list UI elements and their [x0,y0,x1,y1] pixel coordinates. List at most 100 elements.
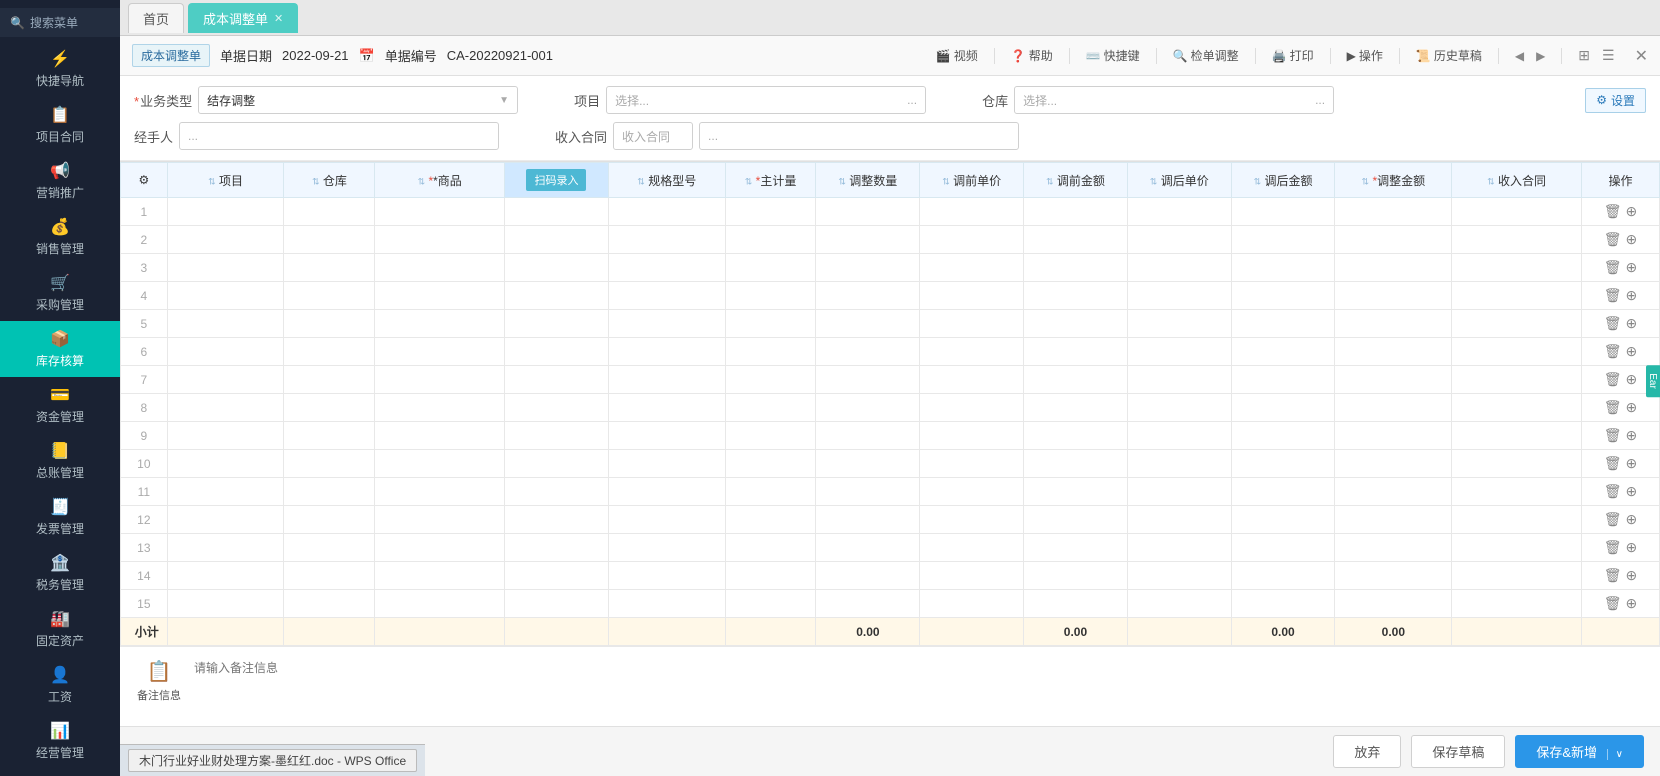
sidebar-search[interactable]: 🔍 搜索菜单 [0,8,120,37]
shortcut-action[interactable]: ⌨️ 快捷键 [1086,47,1140,64]
copy-row-icon[interactable]: ⊕ [1626,567,1638,584]
copy-row-icon[interactable]: ⊕ [1626,203,1638,220]
copy-row-icon[interactable]: ⊕ [1626,427,1638,444]
sidebar-item-procurement[interactable]: 🛒 采购管理 [0,265,120,321]
sidebar-item-invoice[interactable]: 🧾 发票管理 [0,489,120,545]
delete-row-icon[interactable]: 🗑 [1604,231,1622,248]
grid-view-icon[interactable]: ⊞ [1578,47,1590,64]
copy-row-icon[interactable]: ⊕ [1626,455,1638,472]
delete-row-icon[interactable]: 🗑 [1604,539,1622,556]
project-input[interactable]: 选择... ... [606,86,926,114]
row-4-action: 🗑 ⊕ [1581,282,1659,310]
save-new-button[interactable]: 保存&新增 ∨ [1515,735,1644,768]
sidebar-item-fixed-assets[interactable]: 🏭 固定资产 [0,601,120,657]
copy-row-icon[interactable]: ⊕ [1626,595,1638,612]
delete-row-icon[interactable]: 🗑 [1604,427,1622,444]
sidebar-item-basic-info[interactable]: 🗂️ 基础信息 [0,769,120,776]
sidebar-item-quick-nav[interactable]: ⚡ 快捷导航 [0,41,120,97]
row-3-pre-price [920,254,1024,282]
prev-arrow[interactable]: ◀ [1515,49,1524,63]
copy-row-icon[interactable]: ⊕ [1626,539,1638,556]
sidebar-item-inventory[interactable]: 📦 库存核算 [0,321,120,377]
help-action[interactable]: ❓ 帮助 [1011,47,1053,64]
close-window-btn[interactable]: ✕ [1635,46,1648,66]
delete-row-icon[interactable]: 🗑 [1604,287,1622,304]
row-2-product [375,226,505,254]
sidebar-item-finance[interactable]: 💳 资金管理 [0,377,120,433]
save-draft-button[interactable]: 保存草稿 [1411,735,1505,768]
copy-row-icon[interactable]: ⊕ [1626,287,1638,304]
row-9-income-contract [1452,422,1582,450]
sidebar-item-tax[interactable]: 🏦 税务管理 [0,545,120,601]
scan-button[interactable]: 扫码录入 [526,169,586,191]
review-action[interactable]: 🔍 检单调整 [1173,47,1239,64]
col-pre-price-header[interactable]: ⇅ 调前单价 [920,163,1024,198]
delete-row-icon[interactable]: 🗑 [1604,203,1622,220]
col-post-price-header[interactable]: ⇅ 调后单价 [1127,163,1231,198]
business-type-input[interactable]: 结存调整 ▼ [198,86,518,114]
delete-row-icon[interactable]: 🗑 [1604,399,1622,416]
settings-button[interactable]: ⚙ 设置 [1585,88,1646,113]
delete-row-icon[interactable]: 🗑 [1604,259,1622,276]
tab-close-btn[interactable]: ✕ [274,12,283,25]
remarks-input[interactable] [194,655,1646,715]
col-income-contract-header[interactable]: ⇅ 收入合同 [1452,163,1582,198]
delete-row-icon[interactable]: 🗑 [1604,567,1622,584]
dropdown-arrow-icon[interactable]: ∨ [1607,749,1623,760]
copy-row-icon[interactable]: ⊕ [1626,315,1638,332]
sidebar-item-ledger[interactable]: 📒 总账管理 [0,433,120,489]
delete-row-icon[interactable]: 🗑 [1604,595,1622,612]
delete-row-icon[interactable]: 🗑 [1604,315,1622,332]
income-contract-input[interactable]: ... [699,122,1019,150]
print-action[interactable]: 🖨️ 打印 [1272,47,1314,64]
col-spec-header[interactable]: ⇅ 规格型号 [608,163,725,198]
col-unit-header[interactable]: ⇅ *主计量 [725,163,816,198]
copy-row-icon[interactable]: ⊕ [1626,343,1638,360]
col-warehouse-header[interactable]: ⇅ 仓库 [284,163,375,198]
history-action[interactable]: 📜 历史草稿 [1416,47,1482,64]
col-product-header[interactable]: ⇅ **商品 [375,163,505,198]
col-post-amount-header[interactable]: ⇅ 调后金额 [1231,163,1335,198]
delete-row-icon[interactable]: 🗑 [1604,455,1622,472]
row-4-pre-amount [1024,282,1128,310]
tab-cost-adjustment[interactable]: 成本调整单 ✕ [188,3,298,33]
wps-bar-item[interactable]: 木门行业好业财处理方案-墨红红.doc - WPS Office [128,749,417,772]
income-contract-type-input[interactable]: 收入合同 [613,122,693,150]
next-arrow[interactable]: ▶ [1536,49,1545,63]
row-1-product [375,198,505,226]
sidebar-item-sales[interactable]: 💰 销售管理 [0,209,120,265]
delete-row-icon[interactable]: 🗑 [1604,343,1622,360]
copy-row-icon[interactable]: ⊕ [1626,399,1638,416]
copy-row-icon[interactable]: ⊕ [1626,231,1638,248]
agent-input[interactable]: ... [179,122,499,150]
delete-row-icon[interactable]: 🗑 [1604,511,1622,528]
warehouse-input[interactable]: 选择... ... [1014,86,1334,114]
operate-action[interactable]: ▶ 操作 [1347,47,1383,64]
right-float-btn[interactable]: Ear [1646,365,1660,397]
view-action[interactable]: 🎬 视频 [936,47,978,64]
sidebar-item-marketing[interactable]: 📢 营销推广 [0,153,120,209]
col-pre-amount-header[interactable]: ⇅ 调前金额 [1024,163,1128,198]
sidebar-item-operations[interactable]: 📊 经营管理 [0,713,120,769]
row-1-pre-amount [1024,198,1128,226]
delete-row-icon[interactable]: 🗑 [1604,483,1622,500]
col-settings-header[interactable]: ⚙ [121,163,168,198]
subtotal-col3 [284,618,375,646]
sidebar-item-payroll[interactable]: 👤 工资 [0,657,120,713]
col-adjust-amount-header[interactable]: ⇅ *调整金额 [1335,163,1452,198]
table-container[interactable]: ⚙ ⇅ 项目 ⇅ 仓库 ⇅ **商品 [120,161,1660,646]
copy-row-icon[interactable]: ⊕ [1626,483,1638,500]
col-scan-header[interactable]: 扫码录入 [505,163,609,198]
sidebar-item-label: 固定资产 [36,632,84,649]
list-view-icon[interactable]: ☰ [1602,47,1615,64]
tab-home[interactable]: 首页 [128,3,184,33]
sidebar-item-label: 总账管理 [36,464,84,481]
col-qty-header[interactable]: ⇅ 调整数量 [816,163,920,198]
copy-row-icon[interactable]: ⊕ [1626,259,1638,276]
sidebar-item-project-contract[interactable]: 📋 项目合同 [0,97,120,153]
delete-row-icon[interactable]: 🗑 [1604,371,1622,388]
discard-button[interactable]: 放弃 [1333,735,1401,768]
copy-row-icon[interactable]: ⊕ [1626,371,1638,388]
copy-row-icon[interactable]: ⊕ [1626,511,1638,528]
col-project-header[interactable]: ⇅ 项目 [167,163,284,198]
